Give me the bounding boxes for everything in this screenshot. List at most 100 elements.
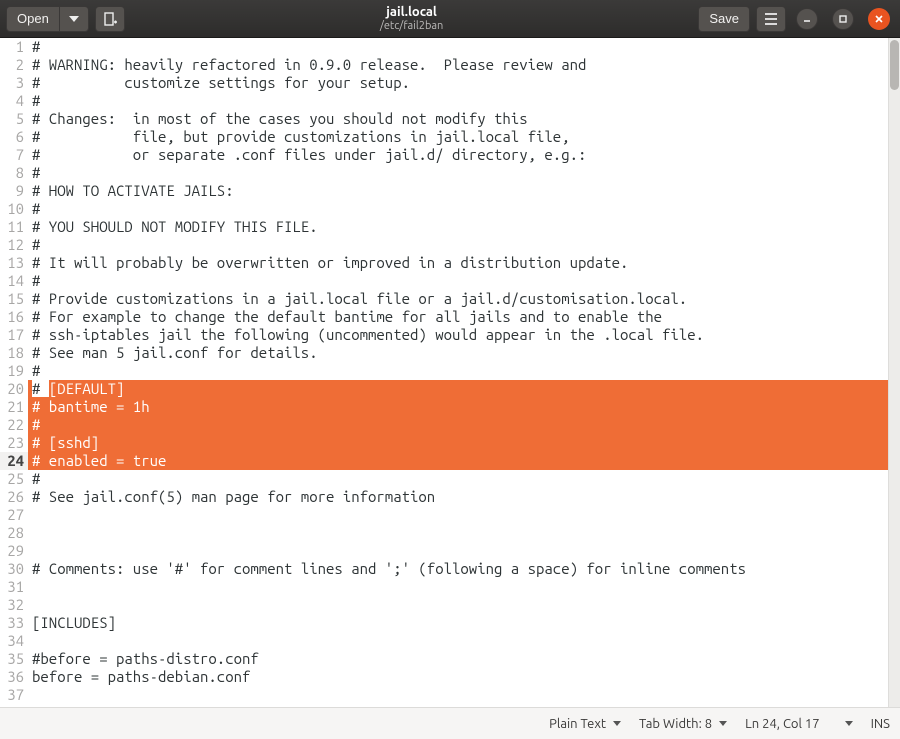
line-text: # ssh-iptables jail the following (uncom… — [28, 326, 888, 344]
code-line[interactable]: 11# YOU SHOULD NOT MODIFY THIS FILE. — [0, 218, 888, 236]
code-line[interactable]: 14# — [0, 272, 888, 290]
code-line[interactable]: 6# file, but provide customizations in j… — [0, 128, 888, 146]
code-line[interactable]: 29 — [0, 542, 888, 560]
code-line[interactable]: 30# Comments: use '#' for comment lines … — [0, 560, 888, 578]
line-text — [28, 506, 888, 524]
line-text: # See man 5 jail.conf for details. — [28, 344, 888, 362]
line-number: 23 — [0, 434, 28, 452]
new-tab-button[interactable] — [95, 6, 125, 32]
code-line[interactable]: 13# It will probably be overwritten or i… — [0, 254, 888, 272]
line-text: # For example to change the default bant… — [28, 308, 888, 326]
code-line[interactable]: 27 — [0, 506, 888, 524]
code-line[interactable]: 4# — [0, 92, 888, 110]
line-number: 34 — [0, 632, 28, 650]
line-number: 3 — [0, 74, 28, 92]
code-line[interactable]: 9# HOW TO ACTIVATE JAILS: — [0, 182, 888, 200]
code-line[interactable]: 8# — [0, 164, 888, 182]
code-line[interactable]: 28 — [0, 524, 888, 542]
code-line[interactable]: 33[INCLUDES] — [0, 614, 888, 632]
chevron-down-icon — [69, 16, 79, 22]
line-text: # See jail.conf(5) man page for more inf… — [28, 488, 888, 506]
headerbar: Open jail.local /etc/fail2ban Save — [0, 0, 900, 38]
code-line[interactable]: 1# — [0, 38, 888, 56]
code-line[interactable]: 2# WARNING: heavily refactored in 0.9.0 … — [0, 56, 888, 74]
code-line[interactable]: 5# Changes: in most of the cases you sho… — [0, 110, 888, 128]
code-line[interactable]: 31 — [0, 578, 888, 596]
code-line[interactable]: 34 — [0, 632, 888, 650]
line-text — [28, 686, 888, 704]
line-text: # bantime = 1h — [28, 398, 888, 416]
tabwidth-selector[interactable]: Tab Width: 8 — [639, 717, 727, 731]
vertical-scrollbar[interactable] — [888, 38, 900, 707]
line-number: 26 — [0, 488, 28, 506]
line-number: 10 — [0, 200, 28, 218]
code-line[interactable]: 19# — [0, 362, 888, 380]
code-line[interactable]: 21# bantime = 1h — [0, 398, 888, 416]
line-text — [28, 578, 888, 596]
line-number: 9 — [0, 182, 28, 200]
insert-mode-selector[interactable] — [842, 721, 853, 726]
line-number: 12 — [0, 236, 28, 254]
titlebar-title: jail.local /etc/fail2ban — [131, 5, 693, 31]
line-number: 5 — [0, 110, 28, 128]
line-text: # Comments: use '#' for comment lines an… — [28, 560, 888, 578]
code-line[interactable]: 3# customize settings for your setup. — [0, 74, 888, 92]
line-number: 11 — [0, 218, 28, 236]
code-line[interactable]: 23# [sshd] — [0, 434, 888, 452]
code-line[interactable]: 22# — [0, 416, 888, 434]
line-text: # — [28, 272, 888, 290]
save-button[interactable]: Save — [698, 6, 750, 32]
code-line[interactable]: 37 — [0, 686, 888, 704]
editor-lines[interactable]: 1#2# WARNING: heavily refactored in 0.9.… — [0, 38, 888, 707]
line-number: 21 — [0, 398, 28, 416]
code-line[interactable]: 18# See man 5 jail.conf for details. — [0, 344, 888, 362]
cursor-position[interactable]: Ln 24, Col 17 — [745, 717, 819, 731]
chevron-down-icon — [613, 721, 621, 726]
code-line[interactable]: 12# — [0, 236, 888, 254]
code-line[interactable]: 16# For example to change the default ba… — [0, 308, 888, 326]
line-number: 13 — [0, 254, 28, 272]
line-text — [28, 542, 888, 560]
line-text: # customize settings for your setup. — [28, 74, 888, 92]
open-recent-dropdown[interactable] — [59, 6, 89, 32]
document-title: jail.local — [131, 5, 693, 19]
line-number: 35 — [0, 650, 28, 668]
line-text: # — [28, 92, 888, 110]
line-number: 32 — [0, 596, 28, 614]
line-text: # — [28, 164, 888, 182]
code-line[interactable]: 10# — [0, 200, 888, 218]
code-line[interactable]: 26# See jail.conf(5) man page for more i… — [0, 488, 888, 506]
new-document-icon — [103, 12, 117, 26]
code-line[interactable]: 15# Provide customizations in a jail.loc… — [0, 290, 888, 308]
code-line[interactable]: 32 — [0, 596, 888, 614]
line-number: 33 — [0, 614, 28, 632]
code-line[interactable]: 35#before = paths-distro.conf — [0, 650, 888, 668]
hamburger-menu-button[interactable] — [756, 6, 786, 32]
window-minimize-button[interactable] — [796, 8, 818, 30]
line-number: 4 — [0, 92, 28, 110]
close-icon — [874, 14, 884, 24]
line-number: 6 — [0, 128, 28, 146]
code-line[interactable]: 17# ssh-iptables jail the following (unc… — [0, 326, 888, 344]
maximize-icon — [838, 14, 848, 24]
language-selector[interactable]: Plain Text — [549, 717, 621, 731]
line-text: #before = paths-distro.conf — [28, 650, 888, 668]
vertical-scrollbar-thumb[interactable] — [890, 40, 899, 90]
window-close-button[interactable] — [868, 8, 890, 30]
code-line[interactable]: 36before = paths-debian.conf — [0, 668, 888, 686]
code-line[interactable]: 7# or separate .conf files under jail.d/… — [0, 146, 888, 164]
editor-area[interactable]: 1#2# WARNING: heavily refactored in 0.9.… — [0, 38, 900, 707]
minimize-icon — [802, 14, 812, 24]
line-number: 29 — [0, 542, 28, 560]
code-line[interactable]: 25# — [0, 470, 888, 488]
cursor-position-label: Ln 24, Col 17 — [745, 717, 819, 731]
line-number: 8 — [0, 164, 28, 182]
window-maximize-button[interactable] — [832, 8, 854, 30]
line-text: # YOU SHOULD NOT MODIFY THIS FILE. — [28, 218, 888, 236]
line-text: # — [28, 416, 888, 434]
open-button[interactable]: Open — [6, 6, 60, 32]
line-text: # It will probably be overwritten or imp… — [28, 254, 888, 272]
code-line[interactable]: 24# enabled = true — [0, 452, 888, 470]
code-line[interactable]: 20# [DEFAULT] — [0, 380, 888, 398]
chevron-down-icon — [719, 721, 727, 726]
